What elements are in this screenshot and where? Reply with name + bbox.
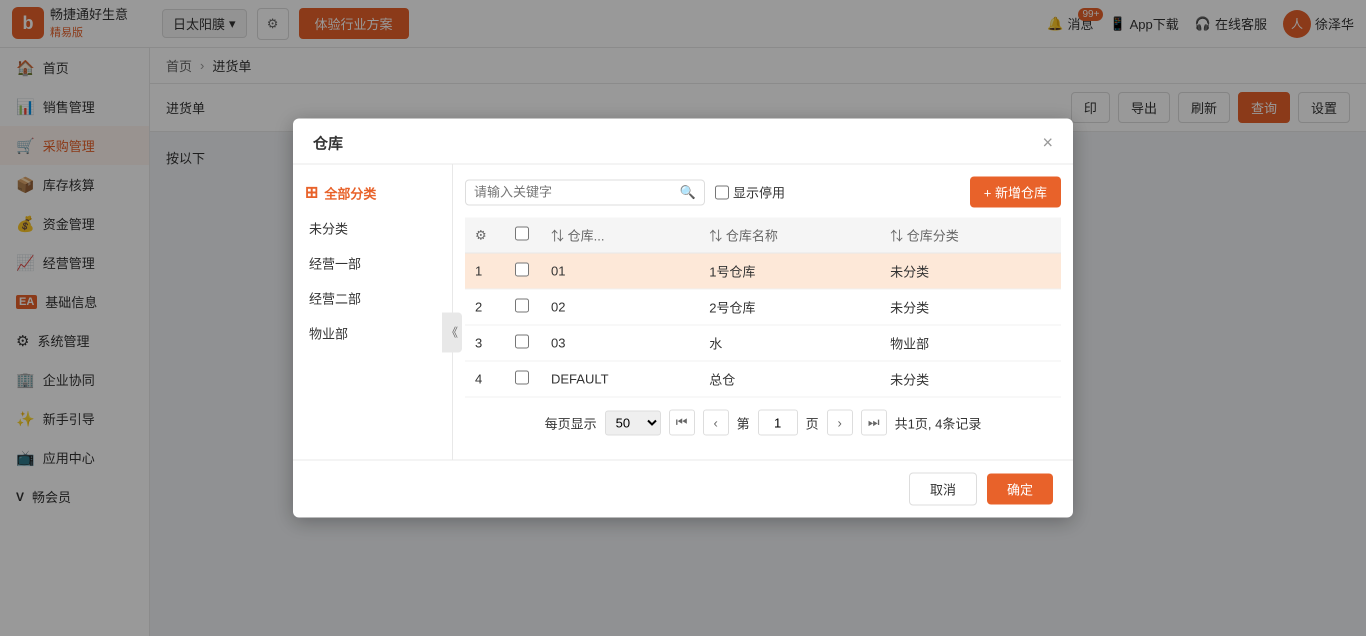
table-row[interactable]: 4 DEFAULT 总仓 未分类 bbox=[465, 361, 1061, 397]
row-checkbox[interactable] bbox=[505, 325, 541, 361]
search-input-wrap: 🔍 bbox=[465, 179, 705, 205]
category-item-unclassified[interactable]: 未分类 bbox=[293, 211, 452, 246]
page-end-label: 页 bbox=[806, 413, 819, 432]
sort-icon-cat: ⇅ bbox=[890, 229, 903, 244]
table-row[interactable]: 3 03 水 物业部 bbox=[465, 325, 1061, 361]
col-header-gear: ⚙ bbox=[465, 218, 505, 254]
col-category-label: 仓库分类 bbox=[907, 229, 959, 244]
modal-body: ⊞ 全部分类 未分类 经营一部 经营二部 物业部 《 bbox=[293, 165, 1073, 460]
col-name-label: 仓库名称 bbox=[726, 229, 778, 244]
row-index: 2 bbox=[465, 289, 505, 325]
category-all-label: 全部分类 bbox=[324, 183, 376, 202]
show-disabled-checkbox[interactable] bbox=[715, 185, 729, 199]
prev-page-button[interactable]: ‹ bbox=[703, 410, 729, 436]
row-code: 01 bbox=[541, 253, 699, 289]
per-page-select[interactable]: 50 100 200 bbox=[605, 410, 661, 435]
table-toolbar: 🔍 显示停用 + 新增仓库 bbox=[465, 177, 1061, 208]
row-code: 02 bbox=[541, 289, 699, 325]
cancel-button[interactable]: 取消 bbox=[909, 473, 977, 506]
category-label-dept1: 经营一部 bbox=[309, 257, 361, 272]
col-header-code: ⇅ 仓库... bbox=[541, 218, 699, 254]
show-disabled-text: 显示停用 bbox=[733, 183, 785, 202]
select-all-checkbox[interactable] bbox=[515, 227, 529, 241]
col-header-category: ⇅ 仓库分类 bbox=[880, 218, 1061, 254]
row-name: 水 bbox=[699, 325, 880, 361]
row-index: 1 bbox=[465, 253, 505, 289]
pagination: 每页显示 50 100 200 ⏮ ‹ 第 页 › ⏭ 共1页, 4条记录 bbox=[465, 398, 1061, 448]
row-checkbox[interactable] bbox=[505, 253, 541, 289]
row-checkbox[interactable] bbox=[505, 289, 541, 325]
table-panel: 🔍 显示停用 + 新增仓库 ⚙ bbox=[453, 165, 1073, 460]
category-item-dept2[interactable]: 经营二部 bbox=[293, 281, 452, 316]
row-name: 2号仓库 bbox=[699, 289, 880, 325]
sort-icon: ⇅ bbox=[551, 229, 564, 244]
row-checkbox[interactable] bbox=[505, 361, 541, 397]
total-label: 共1页, 4条记录 bbox=[895, 413, 982, 432]
category-all-button[interactable]: ⊞ 全部分类 bbox=[293, 175, 452, 211]
row-category: 未分类 bbox=[880, 289, 1061, 325]
modal-close-button[interactable]: × bbox=[1042, 133, 1053, 154]
category-item-property[interactable]: 物业部 bbox=[293, 316, 452, 351]
show-disabled-label[interactable]: 显示停用 bbox=[715, 183, 785, 202]
row-name: 1号仓库 bbox=[699, 253, 880, 289]
row-name: 总仓 bbox=[699, 361, 880, 397]
grid-icon: ⊞ bbox=[305, 183, 318, 203]
warehouse-modal: 仓库 × ⊞ 全部分类 未分类 经营一部 经营二部 物业部 《 bbox=[293, 119, 1073, 518]
col-code-label: 仓库... bbox=[568, 229, 605, 244]
modal-title: 仓库 bbox=[313, 133, 343, 154]
add-warehouse-button[interactable]: + 新增仓库 bbox=[970, 177, 1061, 208]
per-page-label: 每页显示 bbox=[545, 413, 597, 432]
row-index: 3 bbox=[465, 325, 505, 361]
row-code: 03 bbox=[541, 325, 699, 361]
col-header-checkbox bbox=[505, 218, 541, 254]
col-header-name: ⇅ 仓库名称 bbox=[699, 218, 880, 254]
row-category: 物业部 bbox=[880, 325, 1061, 361]
category-panel: ⊞ 全部分类 未分类 经营一部 经营二部 物业部 《 bbox=[293, 165, 453, 460]
category-item-dept1[interactable]: 经营一部 bbox=[293, 246, 452, 281]
first-page-button[interactable]: ⏮ bbox=[669, 410, 695, 436]
page-input[interactable] bbox=[758, 410, 798, 436]
next-page-button[interactable]: › bbox=[827, 410, 853, 436]
search-input[interactable] bbox=[474, 185, 680, 200]
warehouse-table: ⚙ ⇅ 仓库... ⇅ 仓库名称 bbox=[465, 218, 1061, 398]
category-label-property: 物业部 bbox=[309, 327, 348, 342]
confirm-button[interactable]: 确定 bbox=[987, 474, 1053, 505]
modal-header: 仓库 × bbox=[293, 119, 1073, 165]
category-label-dept2: 经营二部 bbox=[309, 292, 361, 307]
table-row[interactable]: 2 02 2号仓库 未分类 bbox=[465, 289, 1061, 325]
collapse-icon: 《 bbox=[446, 324, 458, 341]
last-page-button[interactable]: ⏭ bbox=[861, 410, 887, 436]
row-category: 未分类 bbox=[880, 361, 1061, 397]
row-index: 4 bbox=[465, 361, 505, 397]
sort-icon-name: ⇅ bbox=[709, 229, 722, 244]
category-label-unclassified: 未分类 bbox=[309, 222, 348, 237]
page-label: 第 bbox=[737, 413, 750, 432]
gear-col-icon: ⚙ bbox=[475, 227, 487, 242]
search-icon: 🔍 bbox=[680, 184, 696, 200]
row-category: 未分类 bbox=[880, 253, 1061, 289]
modal-footer: 取消 确定 bbox=[293, 460, 1073, 518]
table-row[interactable]: 1 01 1号仓库 未分类 bbox=[465, 253, 1061, 289]
collapse-button[interactable]: 《 bbox=[442, 312, 462, 352]
row-code: DEFAULT bbox=[541, 361, 699, 397]
